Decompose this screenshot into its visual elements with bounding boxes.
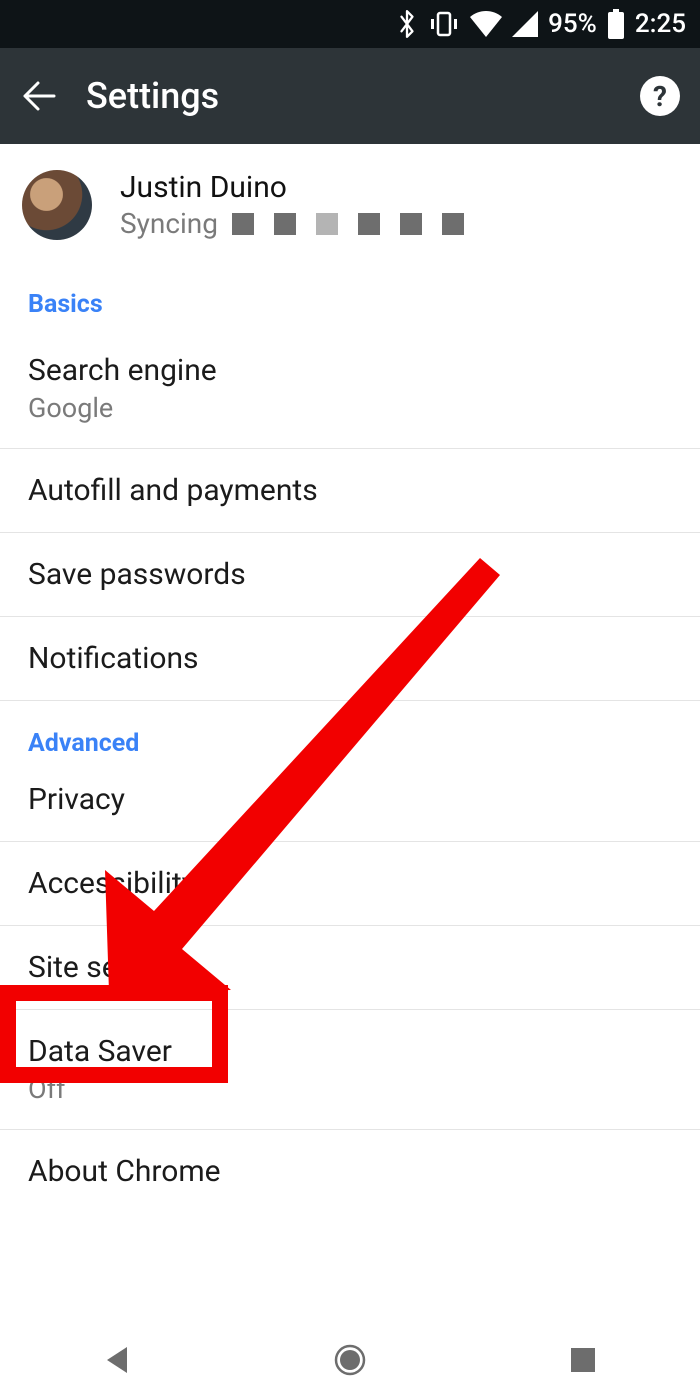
item-value: Google (28, 392, 672, 424)
item-accessibility[interactable]: Accessibility (0, 842, 700, 926)
app-bar: Settings ? (0, 48, 700, 144)
bluetooth-icon (396, 9, 418, 39)
item-search-engine[interactable]: Search engine Google (0, 329, 700, 449)
section-basics-label: Basics (0, 270, 700, 329)
nav-back-icon[interactable] (99, 1342, 135, 1378)
item-title: Privacy (28, 782, 672, 817)
section-advanced-label: Advanced (0, 701, 700, 768)
item-title: Autofill and payments (28, 473, 672, 508)
item-save-passwords[interactable]: Save passwords (0, 533, 700, 617)
item-value: Off (28, 1073, 672, 1105)
wifi-icon (470, 11, 502, 37)
clock: 2:25 (635, 9, 686, 39)
item-about-chrome[interactable]: About Chrome (0, 1130, 700, 1213)
vibrate-icon (428, 10, 460, 38)
item-title: Data Saver (28, 1034, 672, 1069)
account-row[interactable]: Justin Duino Syncing (0, 144, 700, 270)
battery-icon (607, 9, 625, 39)
item-privacy[interactable]: Privacy (0, 768, 700, 842)
battery-percent: 95% (548, 9, 597, 39)
avatar (22, 170, 92, 240)
nav-recent-icon[interactable] (565, 1342, 601, 1378)
account-name: Justin Duino (120, 170, 464, 205)
status-bar: 95% 2:25 (0, 0, 700, 48)
item-title: Site settings (28, 950, 672, 985)
item-title: Save passwords (28, 557, 672, 592)
item-autofill-payments[interactable]: Autofill and payments (0, 449, 700, 533)
page-title: Settings (86, 75, 612, 117)
account-sync-status: Syncing (120, 207, 218, 240)
cellular-icon (512, 11, 538, 37)
back-icon[interactable] (20, 77, 58, 115)
item-data-saver[interactable]: Data Saver Off (0, 1010, 700, 1130)
item-title: Notifications (28, 641, 672, 676)
item-site-settings[interactable]: Site settings (0, 926, 700, 1010)
item-title: Search engine (28, 353, 672, 388)
settings-content: Justin Duino Syncing Basics Search engin… (0, 144, 700, 1213)
item-title: About Chrome (28, 1154, 672, 1189)
android-nav-bar (0, 1320, 700, 1400)
help-icon[interactable]: ? (640, 76, 680, 116)
nav-home-icon[interactable] (332, 1342, 368, 1378)
redacted-email (232, 213, 464, 235)
item-notifications[interactable]: Notifications (0, 617, 700, 701)
item-title: Accessibility (28, 866, 672, 901)
